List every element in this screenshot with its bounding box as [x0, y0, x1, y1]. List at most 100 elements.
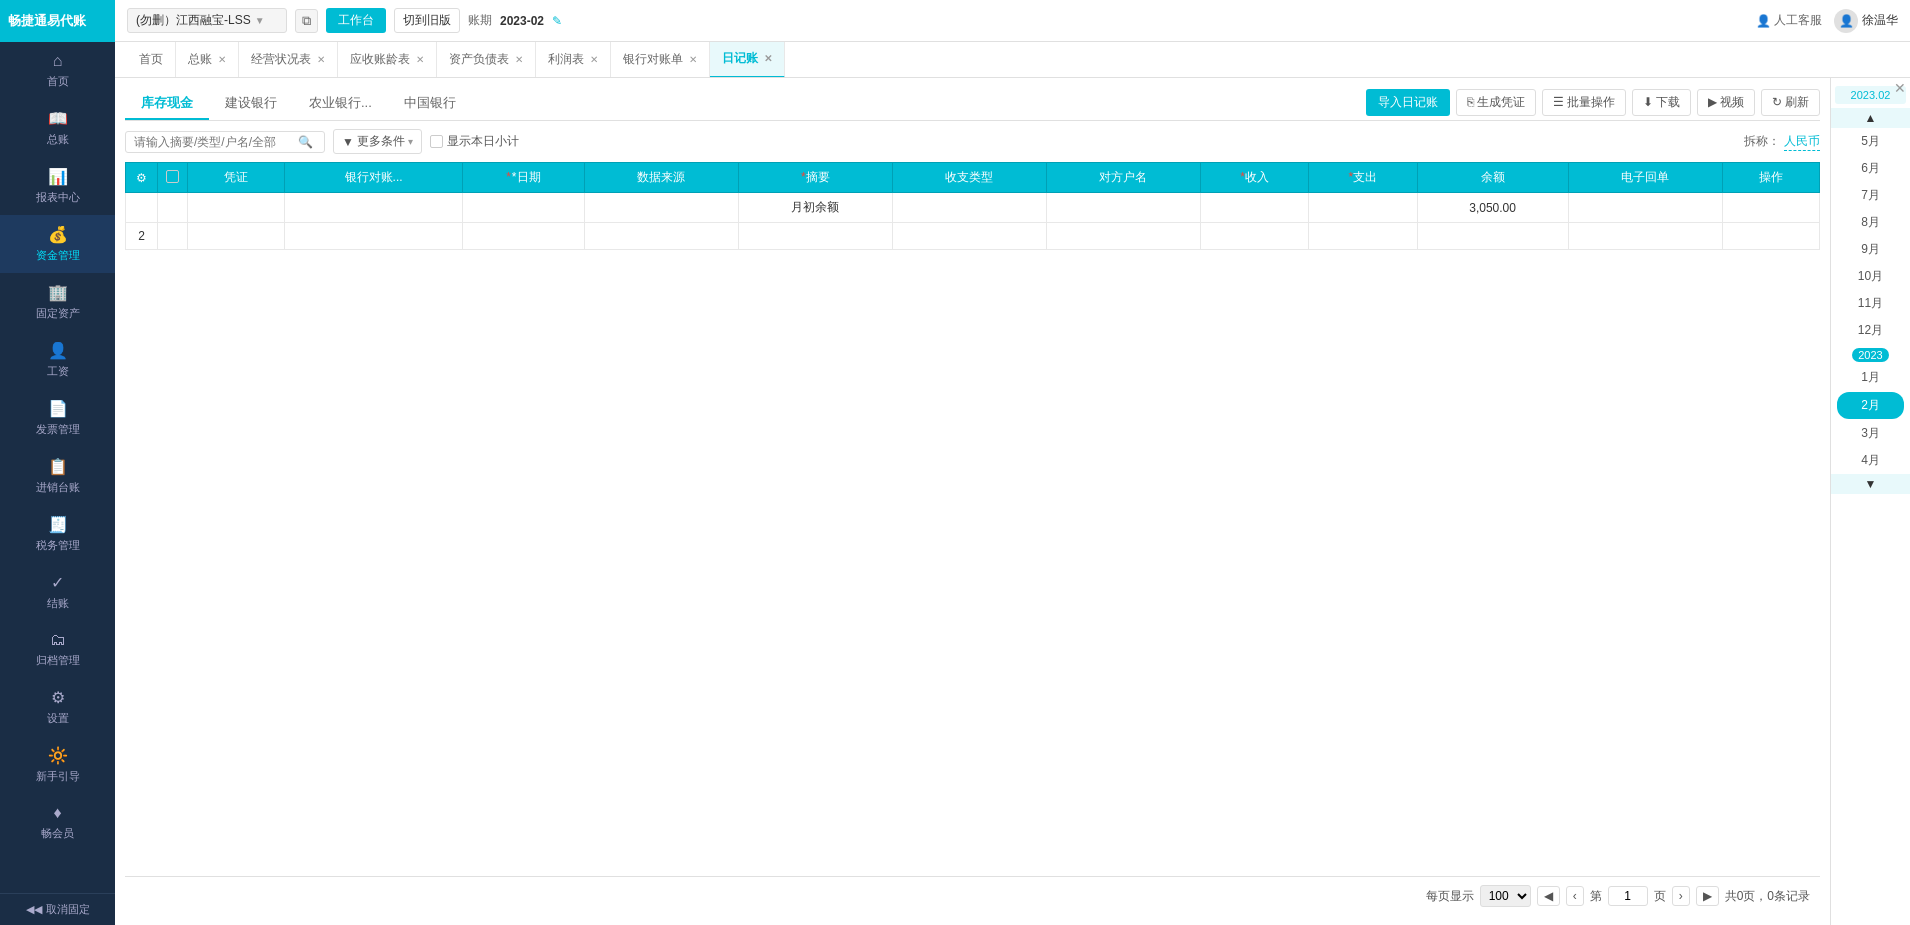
tab-journal[interactable]: 日记账 ✕ [710, 42, 785, 78]
tab-ledger-close[interactable]: ✕ [218, 54, 226, 65]
sidebar-item-settle[interactable]: ✓ 结账 [0, 563, 115, 621]
subtab-boc[interactable]: 中国银行 [388, 88, 472, 120]
subtab-abc[interactable]: 农业银行... [293, 88, 388, 120]
table-settings-icon[interactable]: ⚙ [136, 171, 147, 185]
import-journal-button[interactable]: 导入日记账 [1366, 89, 1450, 116]
show-today-checkbox[interactable] [430, 135, 443, 148]
first-page-button[interactable]: ◀ [1537, 886, 1560, 906]
video-button[interactable]: ▶ 视频 [1697, 89, 1755, 116]
copy-button[interactable]: ⧉ [295, 9, 318, 33]
row1-settings [126, 193, 158, 223]
sidebar-item-invoice[interactable]: 📄 发票管理 [0, 389, 115, 447]
col-bank-account: 银行对账... [285, 163, 463, 193]
download-button[interactable]: ⬇ 下载 [1632, 89, 1691, 116]
purchase-icon: 📋 [48, 457, 68, 476]
user-info[interactable]: 👤 徐温华 [1834, 9, 1898, 33]
next-page-button[interactable]: › [1672, 886, 1690, 906]
tab-assets-label: 资产负债表 [449, 51, 509, 68]
select-all-checkbox[interactable] [166, 170, 179, 183]
date-month-6[interactable]: 6月 [1831, 155, 1910, 182]
back-old-button[interactable]: 切到旧版 [394, 8, 460, 33]
col-voucher: 凭证 [188, 163, 285, 193]
generate-voucher-button[interactable]: ⎘ 生成凭证 [1456, 89, 1536, 116]
tab-business-close[interactable]: ✕ [317, 54, 325, 65]
tab-receivable[interactable]: 应收账龄表 ✕ [338, 42, 437, 78]
show-today-checkbox-label[interactable]: 显示本日小计 [430, 133, 519, 150]
date-month-1[interactable]: 1月 [1831, 364, 1910, 391]
current-year-badge-wrapper: 2023 [1831, 348, 1910, 362]
search-icon[interactable]: 🔍 [298, 135, 313, 149]
tab-bank-close[interactable]: ✕ [689, 54, 697, 65]
date-month-5[interactable]: 5月 [1831, 128, 1910, 155]
sidebar-item-purchase[interactable]: 📋 进销台账 [0, 447, 115, 505]
subtab-ccb[interactable]: 建设银行 [209, 88, 293, 120]
tab-receivable-close[interactable]: ✕ [416, 54, 424, 65]
date-month-12[interactable]: 12月 [1831, 317, 1910, 344]
sidebar-item-capital[interactable]: 💰 资金管理 [0, 215, 115, 273]
sidebar-item-home[interactable]: ⌂ 首页 [0, 42, 115, 99]
sidebar-item-guide[interactable]: 🔆 新手引导 [0, 736, 115, 794]
company-selector[interactable]: (勿删）江西融宝-LSS ▼ [127, 8, 287, 33]
date-month-2[interactable]: 2月 [1837, 392, 1904, 419]
prev-page-button[interactable]: ‹ [1566, 886, 1584, 906]
collapse-icon: ◀◀ [26, 903, 42, 916]
filter-button[interactable]: ▼ 更多条件 ▾ [333, 129, 422, 154]
refresh-button[interactable]: ↻ 刷新 [1761, 89, 1820, 116]
sidebar-item-tax[interactable]: 🧾 税务管理 [0, 505, 115, 563]
sidebar-item-archive[interactable]: 🗂 归档管理 [0, 621, 115, 678]
last-page-button[interactable]: ▶ [1696, 886, 1719, 906]
user-name: 徐温华 [1862, 12, 1898, 29]
tab-profit-label: 利润表 [548, 51, 584, 68]
period-edit-icon[interactable]: ✎ [552, 14, 562, 28]
user-service[interactable]: 👤 人工客服 [1756, 12, 1822, 29]
per-page-select[interactable]: 100 50 200 [1480, 885, 1531, 907]
date-scroll-up-button[interactable]: ▲ [1831, 108, 1910, 128]
main-area: (勿删）江西融宝-LSS ▼ ⧉ 工作台 切到旧版 账期 2023-02 ✎ 👤… [115, 0, 1910, 925]
sidebar-item-wage[interactable]: 👤 工资 [0, 331, 115, 389]
row2-num: 2 [126, 223, 158, 250]
sidebar-item-member[interactable]: ♦ 畅会员 [0, 794, 115, 851]
date-month-11[interactable]: 11月 [1831, 290, 1910, 317]
sidebar-item-ledger[interactable]: 📖 总账 [0, 99, 115, 157]
filter-arrow-icon: ▾ [408, 136, 413, 147]
date-month-10[interactable]: 10月 [1831, 263, 1910, 290]
tab-journal-close[interactable]: ✕ [764, 53, 772, 64]
col-check[interactable] [158, 163, 188, 193]
date-month-8[interactable]: 8月 [1831, 209, 1910, 236]
currency-value[interactable]: 人民币 [1784, 133, 1820, 151]
journal-table: ⚙ 凭证 银行对账... **日期 数据来源 *摘要 收支类型 [125, 162, 1820, 250]
tab-assets-close[interactable]: ✕ [515, 54, 523, 65]
tab-ledger[interactable]: 总账 ✕ [176, 42, 239, 78]
col-operation: 操作 [1722, 163, 1819, 193]
settings-icon: ⚙ [51, 688, 65, 707]
row2-operation [1722, 223, 1819, 250]
tab-ledger-label: 总账 [188, 51, 212, 68]
col-settings[interactable]: ⚙ [126, 163, 158, 193]
sidebar-item-report[interactable]: 📊 报表中心 [0, 157, 115, 215]
subtab-cash[interactable]: 库存现金 [125, 88, 209, 120]
tab-profit-close[interactable]: ✕ [590, 54, 598, 65]
tab-bank[interactable]: 银行对账单 ✕ [611, 42, 710, 78]
period-value: 2023-02 [500, 14, 544, 28]
date-month-4[interactable]: 4月 [1831, 447, 1910, 474]
date-month-7[interactable]: 7月 [1831, 182, 1910, 209]
batch-op-button[interactable]: ☰ 批量操作 [1542, 89, 1626, 116]
workbench-button[interactable]: 工作台 [326, 8, 386, 33]
row1-voucher [188, 193, 285, 223]
sidebar-item-settings[interactable]: ⚙ 设置 [0, 678, 115, 736]
row2-date [463, 223, 585, 250]
tab-home[interactable]: 首页 [127, 42, 176, 78]
col-data-source: 数据来源 [584, 163, 738, 193]
sidebar-collapse-btn[interactable]: ◀◀ 取消固定 [0, 893, 115, 925]
date-month-9[interactable]: 9月 [1831, 236, 1910, 263]
pagination: 每页显示 100 50 200 ◀ ‹ 第 页 › ▶ 共0页，0条记录 [125, 876, 1820, 915]
page-input[interactable] [1608, 886, 1648, 906]
search-input[interactable] [134, 135, 294, 149]
tab-assets[interactable]: 资产负债表 ✕ [437, 42, 536, 78]
tab-business[interactable]: 经营状况表 ✕ [239, 42, 338, 78]
tab-profit[interactable]: 利润表 ✕ [536, 42, 611, 78]
date-scroll-down-button[interactable]: ▼ [1831, 474, 1910, 494]
date-month-3[interactable]: 3月 [1831, 420, 1910, 447]
date-panel-close-button[interactable]: ✕ [1894, 80, 1906, 96]
sidebar-item-fixed[interactable]: 🏢 固定资产 [0, 273, 115, 331]
